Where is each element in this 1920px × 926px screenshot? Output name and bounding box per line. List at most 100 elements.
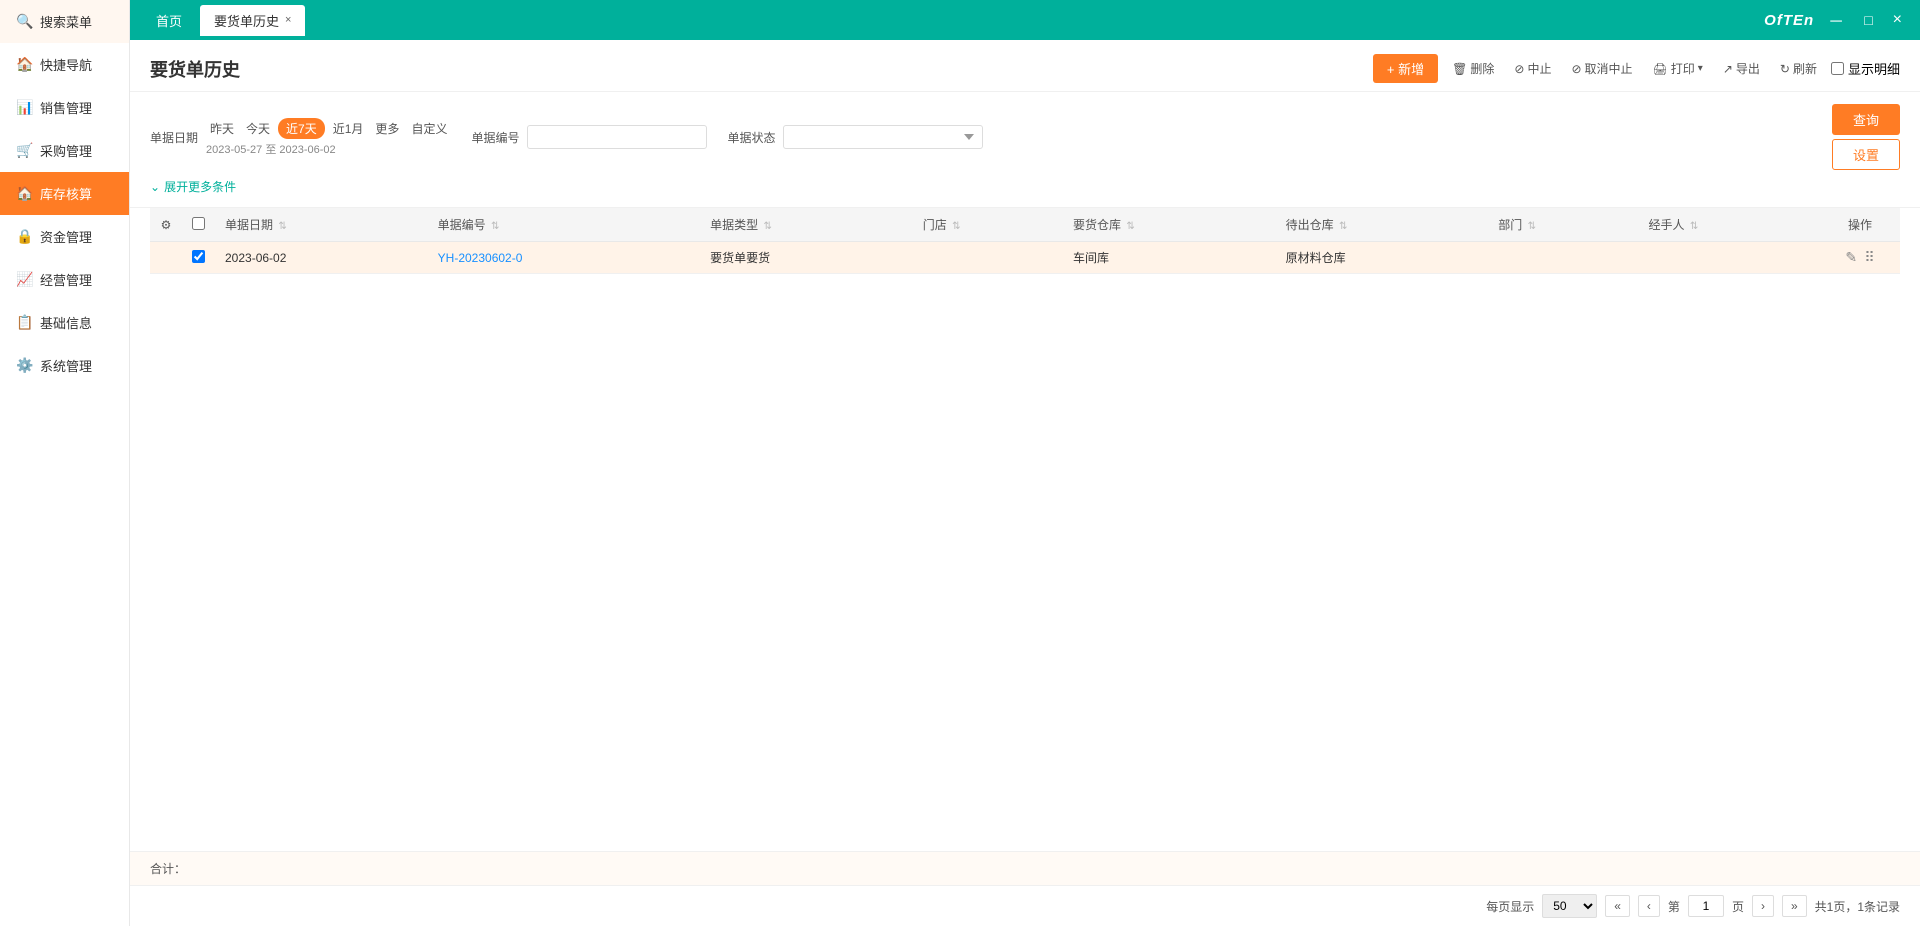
stop-icon: ⊘ bbox=[1514, 62, 1524, 76]
sidebar-item-label: 采购管理 bbox=[40, 141, 92, 160]
cart-icon: 🛒 bbox=[16, 142, 32, 159]
date-btn-more[interactable]: 更多 bbox=[371, 118, 403, 139]
col-settings[interactable]: ⚙ bbox=[150, 208, 182, 242]
per-page-select[interactable]: 20 50 100 200 bbox=[1542, 894, 1597, 918]
sort-req-warehouse-icon: ⇅ bbox=[1126, 221, 1134, 232]
col-pending-warehouse[interactable]: 待出仓库 ⇅ bbox=[1276, 208, 1489, 242]
sidebar-item-search-menu[interactable]: 🔍 搜索菜单 bbox=[0, 0, 129, 43]
date-range-display: 2023-05-27 至 2023-06-02 bbox=[206, 141, 451, 157]
row-pending-warehouse: 原材料仓库 bbox=[1276, 242, 1489, 274]
tab-current[interactable]: 要货单历史 × bbox=[200, 5, 305, 36]
sidebar-item-sales-mgmt[interactable]: 📊 销售管理 bbox=[0, 86, 129, 129]
select-all-checkbox[interactable] bbox=[192, 217, 205, 230]
show-detail-label: 显示明细 bbox=[1848, 59, 1900, 78]
delete-icon: 🗑 bbox=[1452, 62, 1467, 76]
col-doc-date-label: 单据日期 bbox=[225, 218, 273, 232]
lock-icon: 🔒 bbox=[16, 228, 32, 245]
col-req-warehouse[interactable]: 要货仓库 ⇅ bbox=[1063, 208, 1276, 242]
date-btn-7days[interactable]: 近7天 bbox=[278, 118, 325, 139]
date-btn-today[interactable]: 今天 bbox=[242, 118, 274, 139]
doc-num-filter-group: 单据编号 bbox=[471, 125, 707, 149]
home-icon: 🏠 bbox=[16, 56, 32, 73]
export-label: 导出 bbox=[1736, 60, 1760, 77]
sidebar-item-purchase-mgmt[interactable]: 🛒 采购管理 bbox=[0, 129, 129, 172]
sidebar-item-quick-nav[interactable]: 🏠 快捷导航 bbox=[0, 43, 129, 86]
cancel-stop-button[interactable]: ⊘ 取消中止 bbox=[1565, 56, 1638, 81]
row-checkbox-col[interactable] bbox=[182, 242, 215, 274]
row-doc-date: 2023-06-02 bbox=[215, 242, 428, 274]
date-btn-yesterday[interactable]: 昨天 bbox=[206, 118, 238, 139]
chart-icon: 📊 bbox=[16, 99, 32, 116]
row-edit-icon[interactable]: ✎ bbox=[1843, 247, 1859, 267]
sidebar-item-label: 销售管理 bbox=[40, 98, 92, 117]
sidebar-item-label: 经营管理 bbox=[40, 270, 92, 289]
sort-pending-warehouse-icon: ⇅ bbox=[1339, 221, 1347, 232]
expand-more-btn[interactable]: ⌄ 展开更多条件 bbox=[150, 170, 1900, 195]
page-input[interactable] bbox=[1688, 895, 1724, 917]
delete-button[interactable]: 🗑 删除 bbox=[1446, 56, 1500, 81]
row-department bbox=[1488, 242, 1638, 274]
show-detail-checkbox[interactable] bbox=[1831, 62, 1844, 75]
total-label: 合计： bbox=[150, 862, 186, 876]
col-select-all[interactable] bbox=[182, 208, 215, 242]
tab-close-icon[interactable]: × bbox=[285, 14, 291, 26]
col-department[interactable]: 部门 ⇅ bbox=[1488, 208, 1638, 242]
sidebar-item-system-mgmt[interactable]: ⚙️ 系统管理 bbox=[0, 344, 129, 387]
window-minimize-btn[interactable]: － bbox=[1822, 8, 1850, 32]
sidebar-item-finance-mgmt[interactable]: 🔒 资金管理 bbox=[0, 215, 129, 258]
col-department-label: 部门 bbox=[1498, 218, 1522, 232]
date-btns: 昨天 今天 近7天 近1月 更多 自定义 bbox=[206, 118, 451, 139]
stop-label: 中止 bbox=[1527, 60, 1551, 77]
stop-button[interactable]: ⊘ 中止 bbox=[1508, 56, 1557, 81]
sidebar-item-operations-mgmt[interactable]: 📈 经营管理 bbox=[0, 258, 129, 301]
window-restore-btn[interactable]: □ bbox=[1858, 12, 1878, 28]
window-close-btn[interactable]: × bbox=[1887, 11, 1908, 29]
refresh-button[interactable]: ↻ 刷新 bbox=[1774, 56, 1823, 81]
status-select[interactable] bbox=[783, 125, 983, 149]
col-handler[interactable]: 经手人 ⇅ bbox=[1639, 208, 1821, 242]
doc-num-label: 单据编号 bbox=[471, 129, 519, 146]
sort-doc-date-icon: ⇅ bbox=[278, 221, 286, 232]
date-filter-group: 单据日期 昨天 今天 近7天 近1月 更多 自定义 2023-05-27 至 2… bbox=[150, 118, 451, 157]
table-container: ⚙ 单据日期 ⇅ 单据编号 ⇅ 单据类型 ⇅ bbox=[130, 208, 1920, 851]
tab-home[interactable]: 首页 bbox=[142, 5, 196, 36]
search-button[interactable]: 查询 bbox=[1832, 104, 1900, 135]
col-store-label: 门店 bbox=[923, 218, 947, 232]
search-btn-group: 查询 设置 bbox=[1832, 104, 1900, 170]
col-doc-type[interactable]: 单据类型 ⇅ bbox=[700, 208, 913, 242]
page-next-btn[interactable]: › bbox=[1752, 895, 1774, 917]
sidebar-item-basic-info[interactable]: 📋 基础信息 bbox=[0, 301, 129, 344]
table-row[interactable]: 2023-06-02 YH-20230602-0 要货单要货 车间库 原材料仓库… bbox=[150, 242, 1900, 274]
page-prev-btn[interactable]: ‹ bbox=[1638, 895, 1660, 917]
export-button[interactable]: ↗ 导出 bbox=[1717, 56, 1766, 81]
tab-home-label: 首页 bbox=[156, 11, 182, 30]
search-icon: 🔍 bbox=[16, 13, 32, 30]
print-button[interactable]: 🖨 打印 ▾ bbox=[1647, 56, 1709, 81]
row-doc-num[interactable]: YH-20230602-0 bbox=[428, 242, 700, 274]
sidebar-item-inventory-calc[interactable]: 🏠 库存核算 bbox=[0, 172, 129, 215]
print-dropdown-icon: ▾ bbox=[1698, 63, 1703, 74]
date-btn-custom[interactable]: 自定义 bbox=[407, 118, 451, 139]
per-page-label: 每页显示 bbox=[1486, 898, 1534, 915]
print-icon: 🖨 bbox=[1653, 62, 1668, 76]
row-doc-num-link[interactable]: YH-20230602-0 bbox=[438, 251, 523, 265]
col-pending-warehouse-label: 待出仓库 bbox=[1286, 218, 1334, 232]
settings-button[interactable]: 设置 bbox=[1832, 139, 1900, 170]
filter-area: 单据日期 昨天 今天 近7天 近1月 更多 自定义 2023-05-27 至 2… bbox=[130, 92, 1920, 208]
row-checkbox[interactable] bbox=[192, 250, 205, 263]
col-doc-num[interactable]: 单据编号 ⇅ bbox=[428, 208, 700, 242]
sidebar-item-label: 系统管理 bbox=[40, 356, 92, 375]
show-detail-toggle[interactable]: 显示明细 bbox=[1831, 59, 1900, 78]
col-doc-type-label: 单据类型 bbox=[710, 218, 758, 232]
col-store[interactable]: 门店 ⇅ bbox=[913, 208, 1063, 242]
page-first-btn[interactable]: « bbox=[1605, 895, 1630, 917]
sort-department-icon: ⇅ bbox=[1528, 221, 1536, 232]
date-btn-1month[interactable]: 近1月 bbox=[329, 118, 368, 139]
page-last-btn[interactable]: » bbox=[1782, 895, 1807, 917]
col-doc-date[interactable]: 单据日期 ⇅ bbox=[215, 208, 428, 242]
operations-icon: 📈 bbox=[16, 271, 32, 288]
new-button[interactable]: + 新增 bbox=[1373, 54, 1438, 83]
row-more-icon[interactable]: ⠿ bbox=[1862, 247, 1876, 267]
doc-num-input[interactable] bbox=[527, 125, 707, 149]
export-icon: ↗ bbox=[1723, 62, 1733, 76]
